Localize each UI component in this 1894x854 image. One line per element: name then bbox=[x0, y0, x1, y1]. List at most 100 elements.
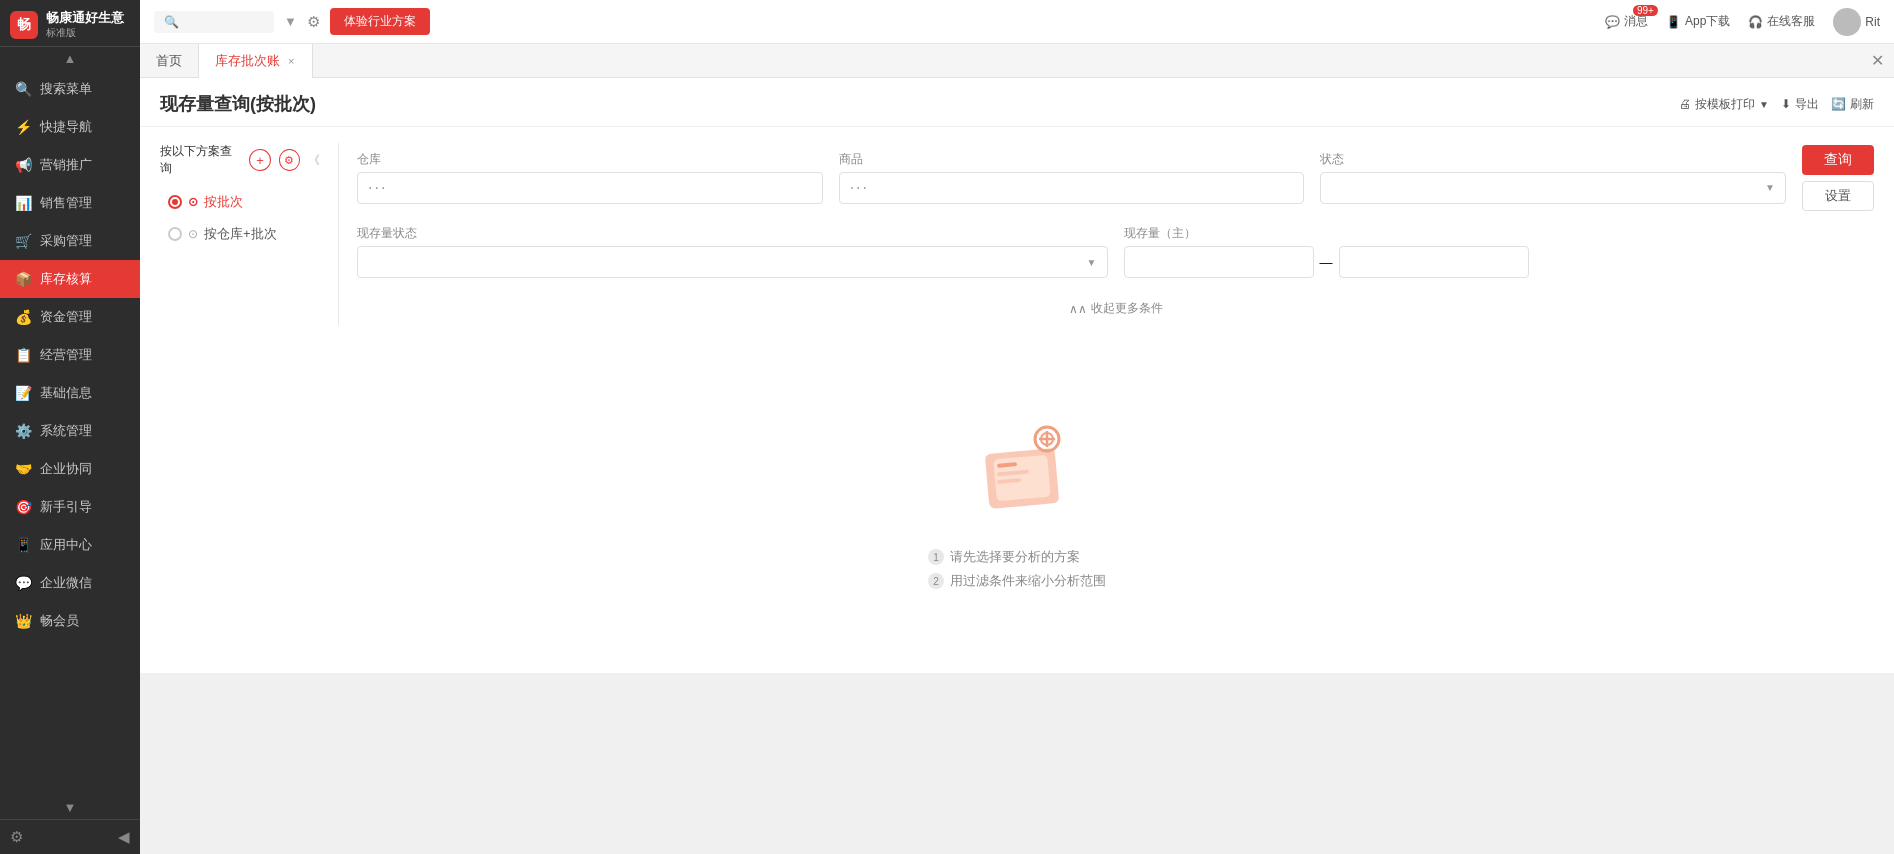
sidebar-scroll-up[interactable]: ▲ bbox=[0, 47, 140, 70]
refresh-btn[interactable]: 🔄 刷新 bbox=[1831, 96, 1874, 113]
topbar: 🔍 ▼ ⚙ 体验行业方案 💬 消息 99+ 📱 App下载 🎧 在线客服 Rit bbox=[140, 0, 1894, 44]
filter-qty-main-field: 现存量（主） — bbox=[1124, 225, 1875, 278]
app-logo: 畅 bbox=[10, 11, 38, 39]
app-download-label: App下载 bbox=[1685, 13, 1730, 30]
sidebar-item-finance[interactable]: 💰 资金管理 bbox=[0, 298, 140, 336]
sidebar-item-inventory[interactable]: 📦 库存核算 bbox=[0, 260, 140, 298]
sidebar-item-operation[interactable]: 📋 经营管理 bbox=[0, 336, 140, 374]
sidebar-item-quick-nav[interactable]: ⚡ 快捷导航 bbox=[0, 108, 140, 146]
status-input[interactable]: ▼ bbox=[1320, 172, 1786, 204]
radio-batch bbox=[168, 195, 182, 209]
page-header: 现存量查询(按批次) 🖨 按模板打印 ▼ ⬇ 导出 🔄 刷新 bbox=[140, 78, 1894, 127]
sidebar-item-purchase[interactable]: 🛒 采购管理 bbox=[0, 222, 140, 260]
money-icon: 💰 bbox=[14, 309, 32, 325]
app-subtitle: 标准版 bbox=[46, 26, 124, 40]
status-label: 状态 bbox=[1320, 151, 1786, 168]
radio-warehouse-batch bbox=[168, 227, 182, 241]
filter-row-2: 现存量状态 ▼ 现存量（主） — bbox=[357, 225, 1874, 278]
settings-scheme-btn[interactable]: ⚙ bbox=[279, 149, 300, 171]
main-area: 🔍 ▼ ⚙ 体验行业方案 💬 消息 99+ 📱 App下载 🎧 在线客服 Rit bbox=[140, 0, 1894, 854]
tab-home[interactable]: 首页 bbox=[140, 44, 199, 78]
box-icon: 📦 bbox=[14, 271, 32, 287]
sidebar-item-label: 企业协同 bbox=[40, 460, 92, 478]
product-input[interactable]: ··· bbox=[839, 172, 1305, 204]
lightning-icon: ⚡ bbox=[14, 119, 32, 135]
collapse-filter-icon[interactable]: 《 bbox=[308, 152, 320, 169]
user-avatar bbox=[1833, 8, 1861, 36]
filter-scheme-panel: 按以下方案查询 + ⚙ 《 ⊙ 按批次 ⊙ 按仓库+批次 bbox=[160, 143, 320, 325]
sidebar-item-label: 系统管理 bbox=[40, 422, 92, 440]
sidebar-item-apps[interactable]: 📱 应用中心 bbox=[0, 526, 140, 564]
page-content: 现存量查询(按批次) 🖨 按模板打印 ▼ ⬇ 导出 🔄 刷新 bbox=[140, 78, 1894, 854]
collapse-sidebar-icon[interactable]: ◀ bbox=[118, 828, 130, 846]
warehouse-label: 仓库 bbox=[357, 151, 823, 168]
export-icon: ⬇ bbox=[1781, 97, 1791, 111]
qty-max-input[interactable] bbox=[1339, 246, 1529, 278]
user-profile[interactable]: Rit bbox=[1833, 8, 1880, 36]
sidebar-item-label: 经营管理 bbox=[40, 346, 92, 364]
page-header-actions: 🖨 按模板打印 ▼ ⬇ 导出 🔄 刷新 bbox=[1679, 96, 1874, 113]
online-service-btn[interactable]: 🎧 在线客服 bbox=[1748, 13, 1815, 30]
close-panel-icon[interactable]: ✕ bbox=[1871, 51, 1884, 70]
scheme-option-batch[interactable]: ⊙ 按批次 bbox=[160, 187, 320, 217]
empty-tip-2: 2 用过滤条件来缩小分析范围 bbox=[928, 569, 1106, 593]
app-download-btn[interactable]: 📱 App下载 bbox=[1666, 13, 1730, 30]
print-btn[interactable]: 🖨 按模板打印 ▼ bbox=[1679, 96, 1769, 113]
scheme-icon: ⊙ bbox=[188, 195, 198, 209]
settings-button[interactable]: 设置 bbox=[1802, 181, 1874, 211]
query-button[interactable]: 查询 bbox=[1802, 145, 1874, 175]
sidebar-item-sales[interactable]: 📊 销售管理 bbox=[0, 184, 140, 222]
filter-product-field: 商品 ··· bbox=[839, 151, 1305, 204]
chat-icon: 💬 bbox=[14, 575, 32, 591]
gear-icon: ⚙️ bbox=[14, 423, 32, 439]
message-icon: 💬 bbox=[1605, 15, 1620, 29]
refresh-icon: 🔄 bbox=[1831, 97, 1846, 111]
topbar-search[interactable]: 🔍 bbox=[154, 11, 274, 33]
sidebar-item-vip[interactable]: 👑 畅会员 bbox=[0, 602, 140, 640]
cart-icon: 🛒 bbox=[14, 233, 32, 249]
sidebar-item-enterprise[interactable]: 🤝 企业协同 bbox=[0, 450, 140, 488]
sidebar-item-label: 营销推广 bbox=[40, 156, 92, 174]
scheme-option-warehouse-batch[interactable]: ⊙ 按仓库+批次 bbox=[160, 219, 320, 249]
qty-range: — bbox=[1124, 246, 1875, 278]
clipboard-icon: 📋 bbox=[14, 347, 32, 363]
experience-btn[interactable]: 体验行业方案 bbox=[330, 8, 430, 35]
warehouse-input[interactable]: ··· bbox=[357, 172, 823, 204]
empty-tips: 1 请先选择要分析的方案 2 用过滤条件来缩小分析范围 bbox=[928, 545, 1106, 593]
add-scheme-btn[interactable]: + bbox=[249, 149, 270, 171]
sidebar-item-label: 资金管理 bbox=[40, 308, 92, 326]
stock-status-input[interactable]: ▼ bbox=[357, 246, 1108, 278]
collapse-more-btn[interactable]: ∧∧ 收起更多条件 bbox=[1049, 292, 1183, 325]
filter-fields: 仓库 ··· 商品 ··· 状态 bbox=[357, 143, 1874, 325]
tab-inventory-batch[interactable]: 库存批次账 × bbox=[199, 44, 313, 78]
sidebar-item-system[interactable]: ⚙️ 系统管理 bbox=[0, 412, 140, 450]
side-action-btns: 查询 设置 bbox=[1802, 143, 1874, 211]
sidebar-item-wechat[interactable]: 💬 企业微信 bbox=[0, 564, 140, 602]
product-label: 商品 bbox=[839, 151, 1305, 168]
export-btn[interactable]: ⬇ 导出 bbox=[1781, 96, 1819, 113]
megaphone-icon: 📢 bbox=[14, 157, 32, 173]
sidebar-item-basic[interactable]: 📝 基础信息 bbox=[0, 374, 140, 412]
sidebar-item-label: 销售管理 bbox=[40, 194, 92, 212]
filter-row-1: 仓库 ··· 商品 ··· 状态 bbox=[357, 143, 1874, 211]
sidebar-item-guide[interactable]: 🎯 新手引导 bbox=[0, 488, 140, 526]
settings-icon[interactable]: ⚙ bbox=[10, 828, 23, 846]
messages-badge: 99+ bbox=[1633, 5, 1658, 16]
chevron-up-icon: ∧∧ bbox=[1069, 302, 1087, 316]
qty-min-input[interactable] bbox=[1124, 246, 1314, 278]
sidebar-item-search[interactable]: 🔍 搜索菜单 bbox=[0, 70, 140, 108]
home-label: 首页 bbox=[156, 52, 182, 70]
tab-close-icon[interactable]: × bbox=[286, 55, 296, 67]
sidebar-scroll-down[interactable]: ▼ bbox=[0, 796, 140, 819]
sidebar-item-label: 快捷导航 bbox=[40, 118, 92, 136]
filter-divider bbox=[338, 143, 339, 325]
sidebar-item-marketing[interactable]: 📢 营销推广 bbox=[0, 146, 140, 184]
topbar-settings-icon[interactable]: ⚙ bbox=[307, 13, 320, 31]
filter-status-field: 状态 ▼ bbox=[1320, 151, 1786, 204]
sidebar-item-label: 基础信息 bbox=[40, 384, 92, 402]
topbar-dropdown-icon[interactable]: ▼ bbox=[284, 14, 297, 29]
messages-btn[interactable]: 💬 消息 99+ bbox=[1605, 13, 1648, 30]
filter-warehouse-field: 仓库 ··· bbox=[357, 151, 823, 204]
scheme-label-warehouse-batch: 按仓库+批次 bbox=[204, 225, 277, 243]
page-title: 现存量查询(按批次) bbox=[160, 92, 316, 116]
